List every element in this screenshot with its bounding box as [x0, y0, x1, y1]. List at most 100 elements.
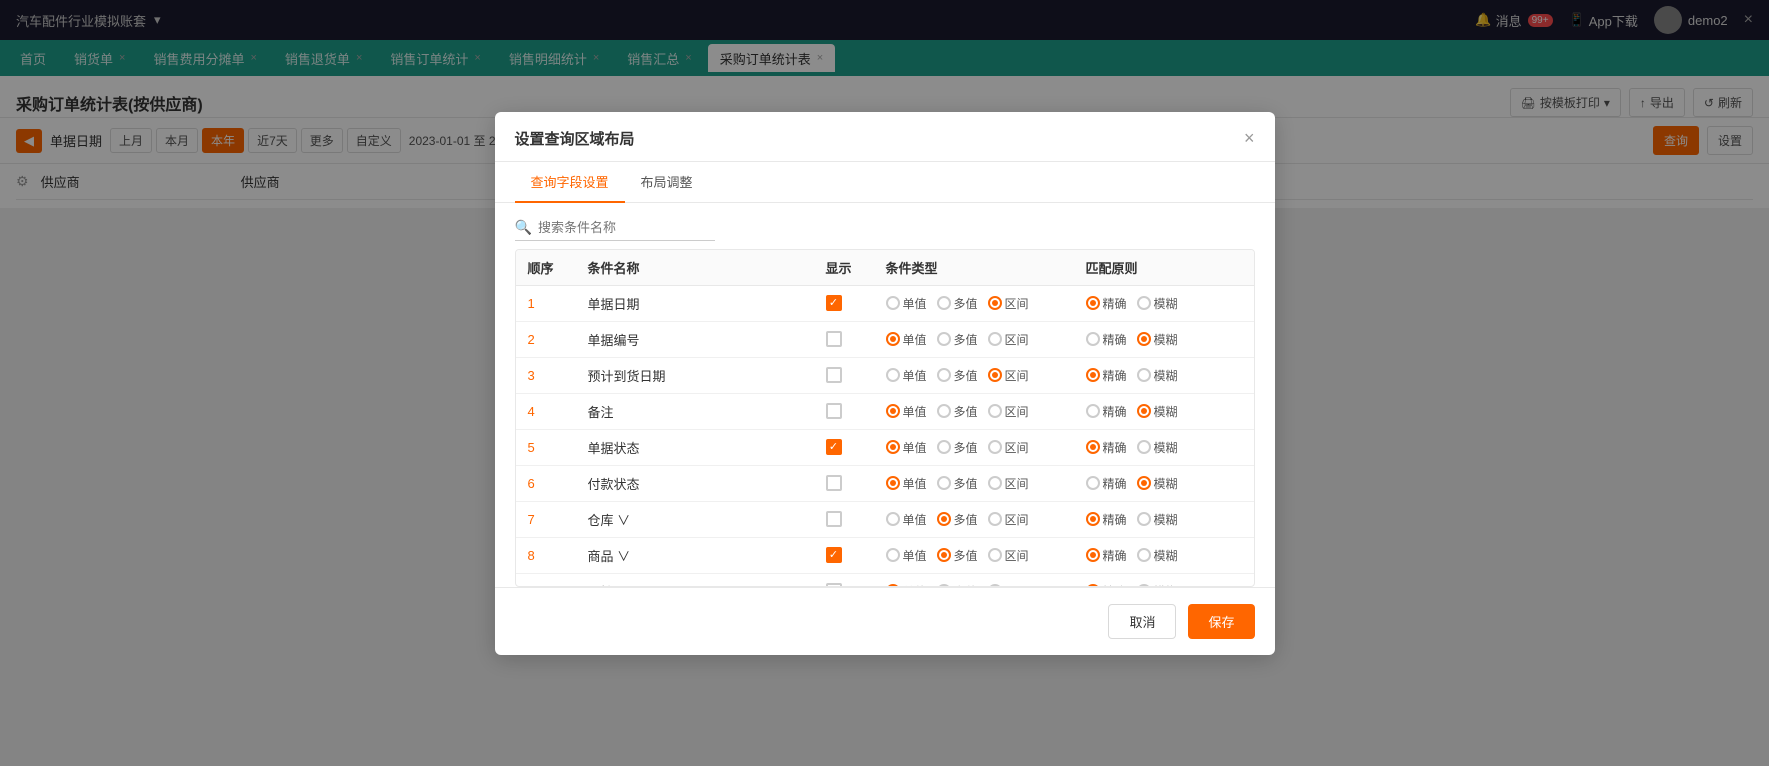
row-type-cell: 单值多值区间 — [874, 295, 1074, 312]
row-type-cell: 单值多值区间 — [874, 475, 1074, 492]
dialog-search-area: 🔍 — [495, 203, 1275, 249]
row-checkbox-cell — [814, 511, 874, 527]
table-row: 1单据日期单值多值区间精确模糊 — [516, 286, 1254, 322]
type-radio-多值[interactable]: 多值 — [937, 475, 978, 492]
type-radio-单值[interactable]: 单值 — [886, 439, 927, 456]
display-checkbox[interactable] — [826, 583, 842, 586]
match-radio-精确[interactable]: 精确 — [1086, 403, 1127, 420]
row-type-cell: 单值多值区间 — [874, 403, 1074, 420]
type-radio-多值[interactable]: 多值 — [937, 295, 978, 312]
match-radio-模糊[interactable]: 模糊 — [1137, 367, 1178, 384]
col-order: 顺序 — [516, 258, 576, 277]
type-radio-区间[interactable]: 区间 — [988, 547, 1029, 564]
type-radio-单值[interactable]: 单值 — [886, 583, 927, 586]
type-radio-多值[interactable]: 多值 — [937, 547, 978, 564]
row-match-cell: 精确模糊 — [1074, 475, 1254, 492]
match-radio-模糊[interactable]: 模糊 — [1137, 547, 1178, 564]
display-checkbox[interactable] — [826, 547, 842, 563]
type-radio-多值[interactable]: 多值 — [937, 367, 978, 384]
type-radio-多值[interactable]: 多值 — [937, 583, 978, 586]
match-radio-精确[interactable]: 精确 — [1086, 547, 1127, 564]
match-radio-模糊[interactable]: 模糊 — [1137, 583, 1178, 586]
col-match: 匹配原则 — [1074, 258, 1254, 277]
row-order: 5 — [516, 440, 576, 455]
type-radio-区间[interactable]: 区间 — [988, 439, 1029, 456]
match-radio-模糊[interactable]: 模糊 — [1137, 403, 1178, 420]
row-name: 备注 — [576, 402, 814, 421]
table-row: 7仓库 ∨单值多值区间精确模糊 — [516, 502, 1254, 538]
row-order: 4 — [516, 404, 576, 419]
table-header-row: 顺序 条件名称 显示 条件类型 匹配原则 — [516, 250, 1254, 286]
row-order: 1 — [516, 296, 576, 311]
type-radio-区间[interactable]: 区间 — [988, 367, 1029, 384]
type-radio-多值[interactable]: 多值 — [937, 331, 978, 348]
search-input-wrap: 🔍 — [515, 215, 715, 241]
type-radio-区间[interactable]: 区间 — [988, 511, 1029, 528]
type-radio-单值[interactable]: 单值 — [886, 475, 927, 492]
row-type-cell: 单值多值区间 — [874, 547, 1074, 564]
cancel-button[interactable]: 取消 — [1108, 604, 1176, 639]
match-radio-精确[interactable]: 精确 — [1086, 475, 1127, 492]
type-radio-单值[interactable]: 单值 — [886, 295, 927, 312]
save-button[interactable]: 保存 — [1188, 604, 1254, 639]
row-checkbox-cell — [814, 331, 874, 347]
match-radio-精确[interactable]: 精确 — [1086, 295, 1127, 312]
row-checkbox-cell — [814, 439, 874, 455]
row-type-cell: 单值多值区间 — [874, 367, 1074, 384]
table-row: 5单据状态单值多值区间精确模糊 — [516, 430, 1254, 466]
match-radio-模糊[interactable]: 模糊 — [1137, 511, 1178, 528]
row-name: 单据状态 — [576, 438, 814, 457]
display-checkbox[interactable] — [826, 511, 842, 527]
col-name: 条件名称 — [576, 258, 814, 277]
dialog-header: 设置查询区域布局 × — [495, 112, 1275, 162]
settings-dialog: 设置查询区域布局 × 查询字段设置 布局调整 🔍 顺序 条件名称 — [495, 112, 1275, 655]
row-type-cell: 单值多值区间 — [874, 511, 1074, 528]
type-radio-多值[interactable]: 多值 — [937, 511, 978, 528]
type-radio-多值[interactable]: 多值 — [937, 439, 978, 456]
type-radio-单值[interactable]: 单值 — [886, 403, 927, 420]
type-radio-单值[interactable]: 单值 — [886, 367, 927, 384]
type-radio-区间[interactable]: 区间 — [988, 475, 1029, 492]
display-checkbox[interactable] — [826, 475, 842, 491]
row-name: 属性 ∨ — [576, 582, 814, 586]
display-checkbox[interactable] — [826, 439, 842, 455]
match-radio-精确[interactable]: 精确 — [1086, 439, 1127, 456]
row-name: 付款状态 — [576, 474, 814, 493]
type-radio-多值[interactable]: 多值 — [937, 403, 978, 420]
tab-query-fields[interactable]: 查询字段设置 — [515, 162, 625, 203]
type-radio-区间[interactable]: 区间 — [988, 583, 1029, 586]
row-order: 2 — [516, 332, 576, 347]
type-radio-单值[interactable]: 单值 — [886, 331, 927, 348]
type-radio-区间[interactable]: 区间 — [988, 295, 1029, 312]
dialog-tabs: 查询字段设置 布局调整 — [495, 162, 1275, 203]
row-checkbox-cell — [814, 367, 874, 383]
match-radio-模糊[interactable]: 模糊 — [1137, 295, 1178, 312]
dialog-close-btn[interactable]: × — [1244, 128, 1255, 149]
row-match-cell: 精确模糊 — [1074, 511, 1254, 528]
row-match-cell: 精确模糊 — [1074, 403, 1254, 420]
display-checkbox[interactable] — [826, 367, 842, 383]
display-checkbox[interactable] — [826, 403, 842, 419]
type-radio-区间[interactable]: 区间 — [988, 331, 1029, 348]
col-type: 条件类型 — [874, 258, 1074, 277]
search-input[interactable] — [538, 220, 698, 235]
display-checkbox[interactable] — [826, 331, 842, 347]
row-type-cell: 单值多值区间 — [874, 439, 1074, 456]
row-checkbox-cell — [814, 583, 874, 586]
row-name: 单据编号 — [576, 330, 814, 349]
match-radio-精确[interactable]: 精确 — [1086, 331, 1127, 348]
type-radio-区间[interactable]: 区间 — [988, 403, 1029, 420]
display-checkbox[interactable] — [826, 295, 842, 311]
table-row: 8商品 ∨单值多值区间精确模糊 — [516, 538, 1254, 574]
match-radio-精确[interactable]: 精确 — [1086, 511, 1127, 528]
match-radio-模糊[interactable]: 模糊 — [1137, 439, 1178, 456]
type-radio-单值[interactable]: 单值 — [886, 511, 927, 528]
match-radio-精确[interactable]: 精确 — [1086, 367, 1127, 384]
table-row: 6付款状态单值多值区间精确模糊 — [516, 466, 1254, 502]
match-radio-精确[interactable]: 精确 — [1086, 583, 1127, 586]
match-radio-模糊[interactable]: 模糊 — [1137, 475, 1178, 492]
type-radio-单值[interactable]: 单值 — [886, 547, 927, 564]
row-name: 预计到货日期 — [576, 366, 814, 385]
tab-layout-adjust[interactable]: 布局调整 — [625, 162, 709, 203]
match-radio-模糊[interactable]: 模糊 — [1137, 331, 1178, 348]
